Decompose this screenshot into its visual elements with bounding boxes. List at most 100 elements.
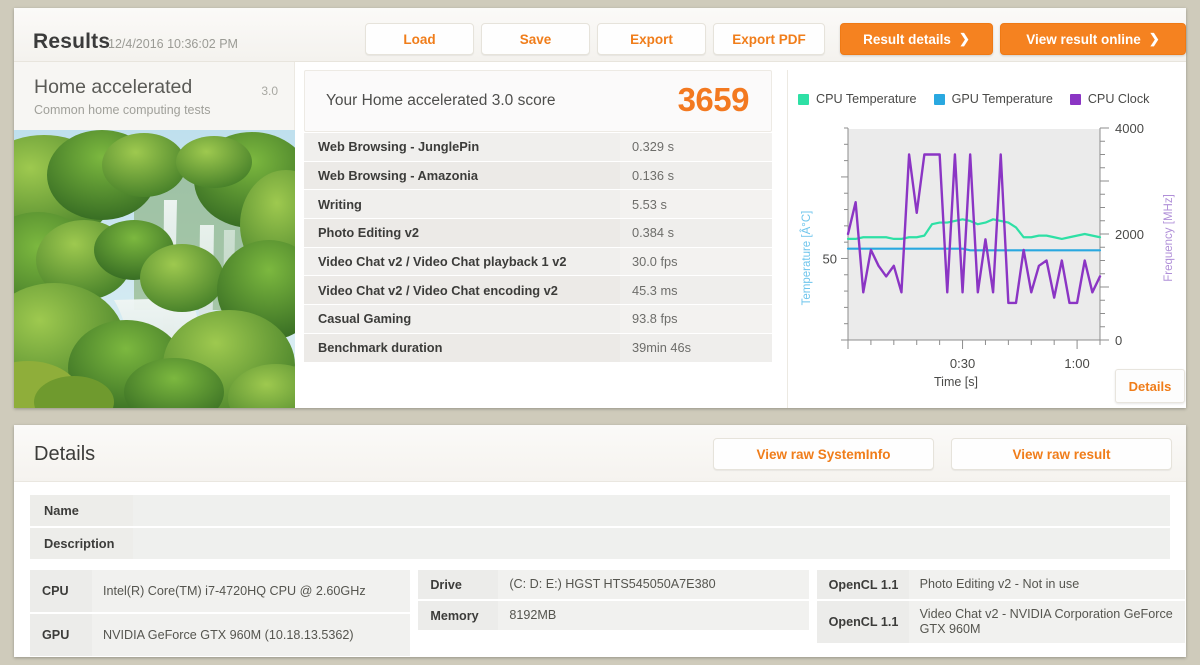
- result-name: Video Chat v2 / Video Chat playback 1 v2: [304, 247, 620, 276]
- chart-legend: CPU Temperature GPU Temperature CPU Clock: [798, 92, 1149, 106]
- legend-item[interactable]: CPU Temperature: [798, 92, 917, 106]
- benchmark-panel: Home accelerated 3.0 Common home computi…: [14, 62, 295, 408]
- save-button-label: Save: [519, 31, 552, 47]
- spec-value: Intel(R) Core(TM) i7-4720HQ CPU @ 2.60GH…: [92, 570, 411, 612]
- legend-label: GPU Temperature: [951, 92, 1053, 106]
- left-axis-label: Temperature [Â°C]: [800, 211, 813, 306]
- view-raw-result-button[interactable]: View raw result: [951, 438, 1172, 470]
- result-value: 39min 46s: [620, 333, 772, 362]
- results-toolbar: Results 12/4/2016 10:36:02 PM Load Save …: [14, 8, 1186, 62]
- view-result-online-button[interactable]: View result online ❯: [1000, 23, 1186, 55]
- spec-column-processor: CPU Intel(R) Core(TM) i7-4720HQ CPU @ 2.6…: [30, 570, 411, 656]
- table-row: Web Browsing - JunglePin 0.329 s: [304, 133, 772, 162]
- details-header: Details View raw SystemInfo View raw res…: [14, 425, 1186, 482]
- result-value: 0.384 s: [620, 219, 772, 247]
- app-root: Results 12/4/2016 10:36:02 PM Load Save …: [0, 0, 1200, 665]
- name-description-table: Name Description: [30, 495, 1170, 561]
- result-details-button-label: Result details: [863, 31, 951, 47]
- spec-key: Drive: [418, 570, 499, 599]
- results-card: Results 12/4/2016 10:36:02 PM Load Save …: [14, 8, 1186, 408]
- view-raw-systeminfo-button[interactable]: View raw SystemInfo: [713, 438, 934, 470]
- description-input[interactable]: [133, 528, 1170, 559]
- result-timestamp: 12/4/2016 10:36:02 PM: [108, 37, 238, 51]
- result-value: 93.8 fps: [620, 305, 772, 333]
- result-name: Casual Gaming: [304, 305, 620, 333]
- result-value: 0.136 s: [620, 161, 772, 190]
- legend-swatch-icon: [933, 93, 945, 105]
- load-button[interactable]: Load: [365, 23, 474, 55]
- table-row: Casual Gaming 93.8 fps: [304, 305, 772, 334]
- spec-column-opencl: OpenCL 1.1 Photo Editing v2 - Not in use O…: [816, 570, 1185, 656]
- right-axis-tick-label: 0: [1115, 333, 1122, 348]
- spec-row: OpenCL 1.1 Photo Editing v2 - Not in use: [816, 570, 1185, 599]
- right-axis-tick-label: 2000: [1115, 227, 1144, 242]
- save-button[interactable]: Save: [481, 23, 590, 55]
- right-axis-label: Frequency [MHz]: [1163, 194, 1175, 282]
- spec-value: NVIDIA GeForce GTX 960M (10.18.13.5362): [92, 614, 411, 656]
- table-row: Video Chat v2 / Video Chat encoding v2 45…: [304, 276, 772, 306]
- benchmark-version: 3.0: [261, 84, 278, 98]
- right-axis-tick-label: 4000: [1115, 121, 1144, 136]
- name-input[interactable]: [133, 495, 1170, 526]
- spec-key: CPU: [30, 570, 92, 612]
- chevron-right-icon: ❯: [958, 31, 970, 46]
- x-axis-tick-label: 1:00: [1064, 356, 1089, 371]
- name-label: Name: [30, 495, 133, 526]
- result-name: Writing: [304, 190, 620, 219]
- spec-value: Photo Editing v2 - Not in use: [908, 570, 1185, 599]
- monitoring-chart: 50 Temperature [Â°C] 0 2000 4000 Frequency [M…: [788, 118, 1187, 408]
- benchmark-description: Common home computing tests: [34, 103, 211, 117]
- chevron-right-icon: ❯: [1148, 31, 1160, 46]
- spec-value: 8192MB: [498, 601, 809, 630]
- result-name: Photo Editing v2: [304, 219, 620, 247]
- spec-row: GPU NVIDIA GeForce GTX 960M (10.18.13.536…: [30, 614, 411, 656]
- table-row: Name: [30, 495, 1170, 526]
- table-row: Writing 5.53 s: [304, 190, 772, 220]
- score-and-results: Your Home accelerated 3.0 score 3659 Web…: [304, 70, 772, 370]
- legend-item[interactable]: GPU Temperature: [933, 92, 1053, 106]
- table-row: Web Browsing - Amazonia 0.136 s: [304, 161, 772, 191]
- spec-key: OpenCL 1.1: [816, 570, 909, 599]
- result-value: 5.53 s: [620, 190, 772, 219]
- result-value: 30.0 fps: [620, 247, 772, 276]
- view-raw-result-label: View raw result: [1012, 446, 1111, 462]
- result-name: Benchmark duration: [304, 333, 620, 362]
- description-label: Description: [30, 528, 133, 559]
- table-row: Benchmark duration 39min 46s: [304, 333, 772, 363]
- x-axis-tick-label: 0:30: [950, 356, 975, 371]
- spec-value: (C: D: E:) HGST HTS545050A7E380: [498, 570, 809, 599]
- legend-swatch-icon: [798, 93, 809, 105]
- spec-key: OpenCL 1.1: [816, 601, 909, 643]
- table-row: Video Chat v2 / Video Chat playback 1 v2…: [304, 247, 772, 277]
- legend-label: CPU Clock: [1087, 92, 1150, 106]
- chart-details-button[interactable]: Details: [1115, 369, 1185, 403]
- export-button-label: Export: [630, 31, 673, 47]
- page-title: Results: [33, 30, 111, 53]
- legend-swatch-icon: [1069, 93, 1081, 105]
- spec-row: Drive (C: D: E:) HGST HTS545050A7E380: [418, 570, 809, 599]
- legend-item[interactable]: CPU Clock: [1069, 92, 1150, 106]
- benchmark-name: Home accelerated: [34, 76, 193, 98]
- details-title: Details: [34, 443, 96, 465]
- details-card: Details View raw SystemInfo View raw res…: [14, 425, 1186, 657]
- x-axis-label: Time [s]: [934, 375, 978, 389]
- result-value: 45.3 ms: [620, 276, 772, 305]
- export-pdf-button[interactable]: Export PDF: [713, 23, 825, 55]
- view-raw-systeminfo-label: View raw SystemInfo: [756, 446, 891, 462]
- table-row: Description: [30, 528, 1170, 559]
- left-axis-tick-label: 50: [823, 251, 837, 266]
- export-button[interactable]: Export: [597, 23, 706, 55]
- result-name: Video Chat v2 / Video Chat encoding v2: [304, 276, 620, 305]
- export-pdf-button-label: Export PDF: [732, 31, 806, 47]
- view-result-online-button-label: View result online: [1026, 31, 1141, 47]
- spec-row: CPU Intel(R) Core(TM) i7-4720HQ CPU @ 2.6…: [30, 570, 411, 612]
- spec-row: Memory 8192MB: [418, 601, 809, 630]
- result-name: Web Browsing - Amazonia: [304, 161, 620, 190]
- chart-details-button-label: Details: [1128, 378, 1172, 394]
- system-specs: CPU Intel(R) Core(TM) i7-4720HQ CPU @ 2.6…: [30, 570, 1185, 656]
- result-details-button[interactable]: Result details ❯: [840, 23, 993, 55]
- result-name: Web Browsing - JunglePin: [304, 133, 620, 161]
- monitoring-chart-panel: CPU Temperature GPU Temperature CPU Clock …: [787, 70, 1186, 408]
- score-summary: Your Home accelerated 3.0 score 3659: [304, 70, 772, 132]
- results-table: Web Browsing - JunglePin 0.329 s Web Brows…: [304, 133, 772, 363]
